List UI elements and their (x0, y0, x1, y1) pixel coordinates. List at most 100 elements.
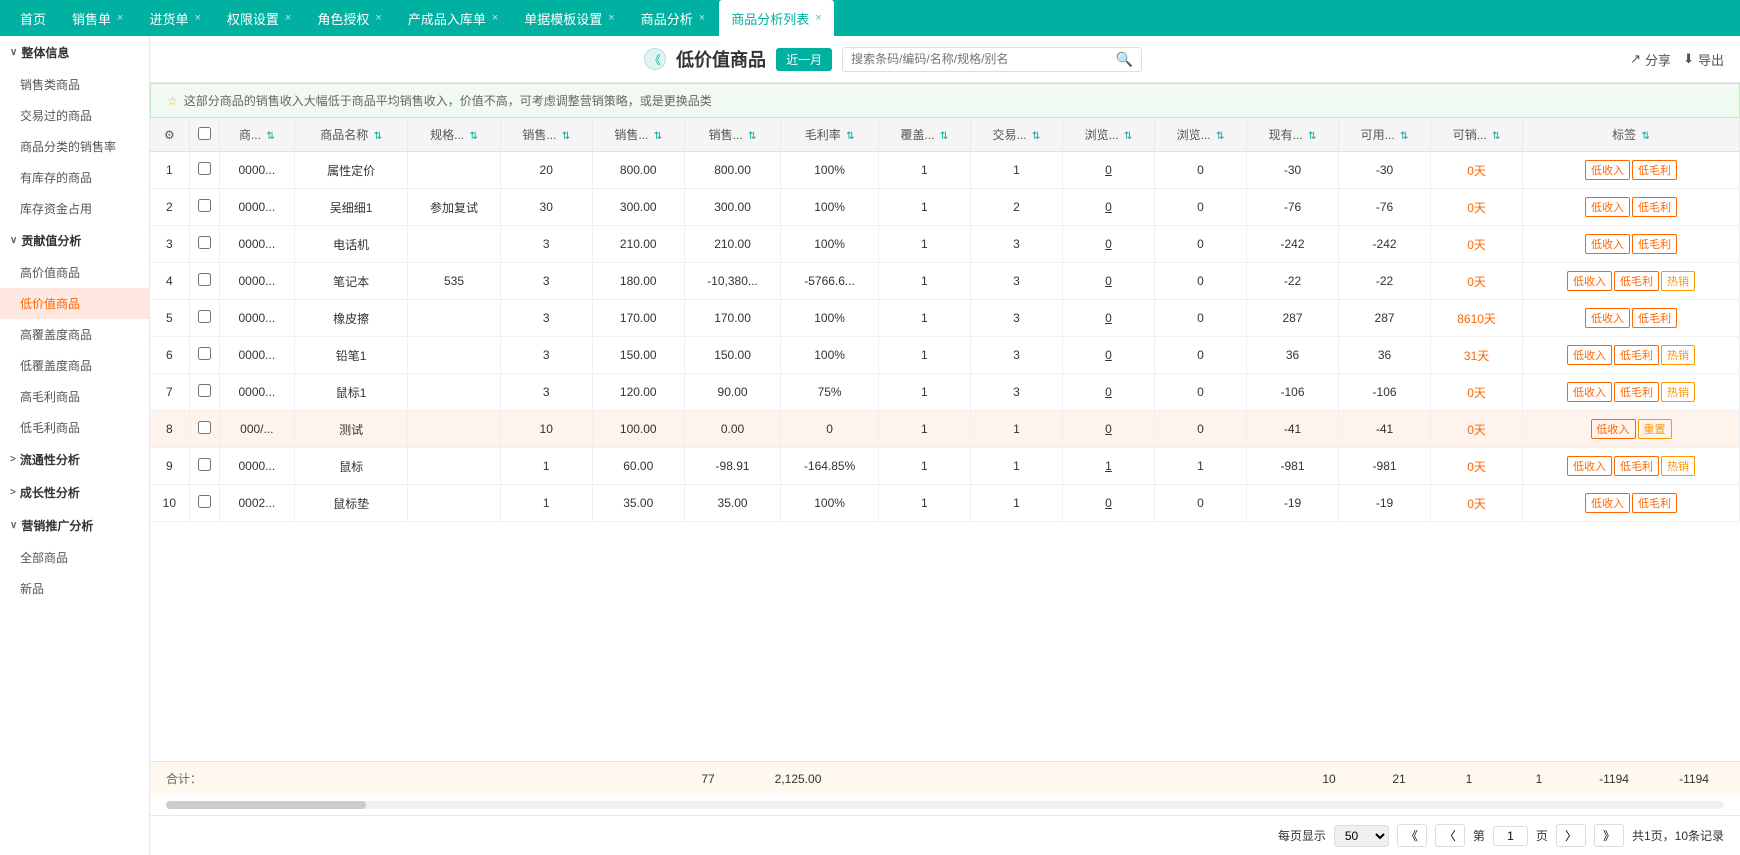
sidebar-item-low-value[interactable]: 低价值商品 (0, 288, 149, 319)
nav-sales[interactable]: 销售单 × (60, 0, 135, 36)
last-page-button[interactable]: 》 (1594, 824, 1624, 847)
th-spec[interactable]: 规格... ⇅ (408, 118, 500, 152)
view1-link[interactable]: 0 (1105, 311, 1112, 325)
row-checkbox-cell[interactable] (189, 263, 219, 300)
row-checkbox-cell[interactable] (189, 337, 219, 374)
search-input[interactable] (851, 52, 1116, 66)
th-sales2[interactable]: 销售... ⇅ (592, 118, 684, 152)
close-icon[interactable]: × (492, 12, 498, 24)
view1-link[interactable]: 0 (1105, 274, 1112, 288)
nav-role[interactable]: 角色授权 × (305, 0, 393, 36)
close-icon[interactable]: × (699, 12, 705, 24)
row-view1[interactable]: 0 (1062, 152, 1154, 189)
view1-link[interactable]: 0 (1105, 496, 1112, 510)
row-checkbox-cell[interactable] (189, 374, 219, 411)
th-coverage[interactable]: 覆盖... ⇅ (878, 118, 970, 152)
th-checkbox[interactable] (189, 118, 219, 152)
row-checkbox-cell[interactable] (189, 300, 219, 337)
page-number-input[interactable] (1493, 826, 1528, 846)
sidebar-item-category-rate[interactable]: 商品分类的销售率 (0, 131, 149, 162)
th-sales1[interactable]: 销售... ⇅ (500, 118, 592, 152)
view1-link[interactable]: 0 (1105, 385, 1112, 399)
row-checkbox-cell[interactable] (189, 485, 219, 522)
sidebar-item-all-goods[interactable]: 全部商品 (0, 542, 149, 573)
filter-period-button[interactable]: 近一月 (776, 48, 832, 71)
row-view1[interactable]: 0 (1062, 226, 1154, 263)
sidebar-item-traded-goods[interactable]: 交易过的商品 (0, 100, 149, 131)
nav-goods-list[interactable]: 商品分析列表 × (719, 0, 833, 36)
row-view1[interactable]: 0 (1062, 485, 1154, 522)
nav-template[interactable]: 单据模板设置 × (512, 0, 626, 36)
sidebar-group-flow[interactable]: > 流通性分析 (0, 443, 149, 476)
close-icon[interactable]: × (375, 12, 381, 24)
row-checkbox-cell[interactable] (189, 448, 219, 485)
sidebar-item-stock-capital[interactable]: 库存资金占用 (0, 193, 149, 224)
nav-goods-analysis[interactable]: 商品分析 × (629, 0, 717, 36)
sidebar-item-high-value[interactable]: 高价值商品 (0, 257, 149, 288)
row-checkbox[interactable] (198, 162, 211, 175)
th-gross-margin[interactable]: 毛利率 ⇅ (781, 118, 879, 152)
row-checkbox[interactable] (198, 421, 211, 434)
row-view1[interactable]: 0 (1062, 300, 1154, 337)
row-checkbox[interactable] (198, 458, 211, 471)
row-checkbox[interactable] (198, 236, 211, 249)
nav-product-in[interactable]: 产成品入库单 × (396, 0, 510, 36)
row-checkbox-cell[interactable] (189, 152, 219, 189)
th-sellable[interactable]: 可销... ⇅ (1431, 118, 1523, 152)
export-button[interactable]: ⬇ 导出 (1683, 50, 1724, 69)
row-checkbox[interactable] (198, 384, 211, 397)
share-button[interactable]: ↗ 分享 (1630, 50, 1671, 69)
th-available[interactable]: 可用... ⇅ (1339, 118, 1431, 152)
th-name[interactable]: 商品名称 ⇅ (295, 118, 408, 152)
nav-permission[interactable]: 权限设置 × (215, 0, 303, 36)
row-checkbox-cell[interactable] (189, 189, 219, 226)
nav-purchase[interactable]: 进货单 × (137, 0, 212, 36)
row-checkbox[interactable] (198, 347, 211, 360)
sidebar-group-overall[interactable]: ∨ 整体信息 (0, 36, 149, 69)
horizontal-scrollbar[interactable] (166, 801, 1724, 809)
row-view1[interactable]: 0 (1062, 374, 1154, 411)
sidebar-item-stock-goods[interactable]: 有库存的商品 (0, 162, 149, 193)
select-all-checkbox[interactable] (198, 127, 211, 140)
next-page-button[interactable]: 〉 (1556, 824, 1586, 847)
sidebar-group-contribution[interactable]: ∨ 贡献值分析 (0, 224, 149, 257)
row-view1[interactable]: 0 (1062, 337, 1154, 374)
view1-link[interactable]: 1 (1105, 459, 1112, 473)
close-icon[interactable]: × (117, 12, 123, 24)
sidebar-collapse-button[interactable]: 《 (644, 48, 666, 70)
sidebar-item-sales-goods[interactable]: 销售类商品 (0, 69, 149, 100)
view1-link[interactable]: 0 (1105, 200, 1112, 214)
row-checkbox-cell[interactable] (189, 411, 219, 448)
th-tags[interactable]: 标签 ⇅ (1523, 118, 1740, 152)
sidebar-item-new-goods[interactable]: 新品 (0, 573, 149, 604)
view1-link[interactable]: 0 (1105, 163, 1112, 177)
search-icon[interactable]: 🔍 (1116, 51, 1133, 68)
row-view1[interactable]: 1 (1062, 448, 1154, 485)
th-trade[interactable]: 交易... ⇅ (970, 118, 1062, 152)
th-settings[interactable]: ⚙ (150, 118, 189, 152)
scrollbar-thumb[interactable] (166, 801, 366, 809)
th-view2[interactable]: 浏览... ⇅ (1154, 118, 1246, 152)
th-current[interactable]: 现有... ⇅ (1247, 118, 1339, 152)
row-checkbox[interactable] (198, 310, 211, 323)
th-sales3[interactable]: 销售... ⇅ (684, 118, 781, 152)
sidebar-item-low-profit[interactable]: 低毛利商品 (0, 412, 149, 443)
row-checkbox-cell[interactable] (189, 226, 219, 263)
row-checkbox[interactable] (198, 273, 211, 286)
row-view1[interactable]: 0 (1062, 263, 1154, 300)
th-code[interactable]: 商... ⇅ (219, 118, 294, 152)
per-page-select[interactable]: 50 100 200 (1334, 825, 1389, 847)
close-icon[interactable]: × (194, 12, 200, 24)
row-view1[interactable]: 0 (1062, 411, 1154, 448)
close-icon[interactable]: × (815, 12, 821, 24)
close-icon[interactable]: × (608, 12, 614, 24)
row-checkbox[interactable] (198, 199, 211, 212)
sidebar-group-marketing[interactable]: ∨ 营销推广分析 (0, 509, 149, 542)
close-icon[interactable]: × (285, 12, 291, 24)
view1-link[interactable]: 0 (1105, 422, 1112, 436)
sidebar-item-high-coverage[interactable]: 高覆盖度商品 (0, 319, 149, 350)
row-view1[interactable]: 0 (1062, 189, 1154, 226)
sidebar-item-high-profit[interactable]: 高毛利商品 (0, 381, 149, 412)
row-checkbox[interactable] (198, 495, 211, 508)
view1-link[interactable]: 0 (1105, 237, 1112, 251)
